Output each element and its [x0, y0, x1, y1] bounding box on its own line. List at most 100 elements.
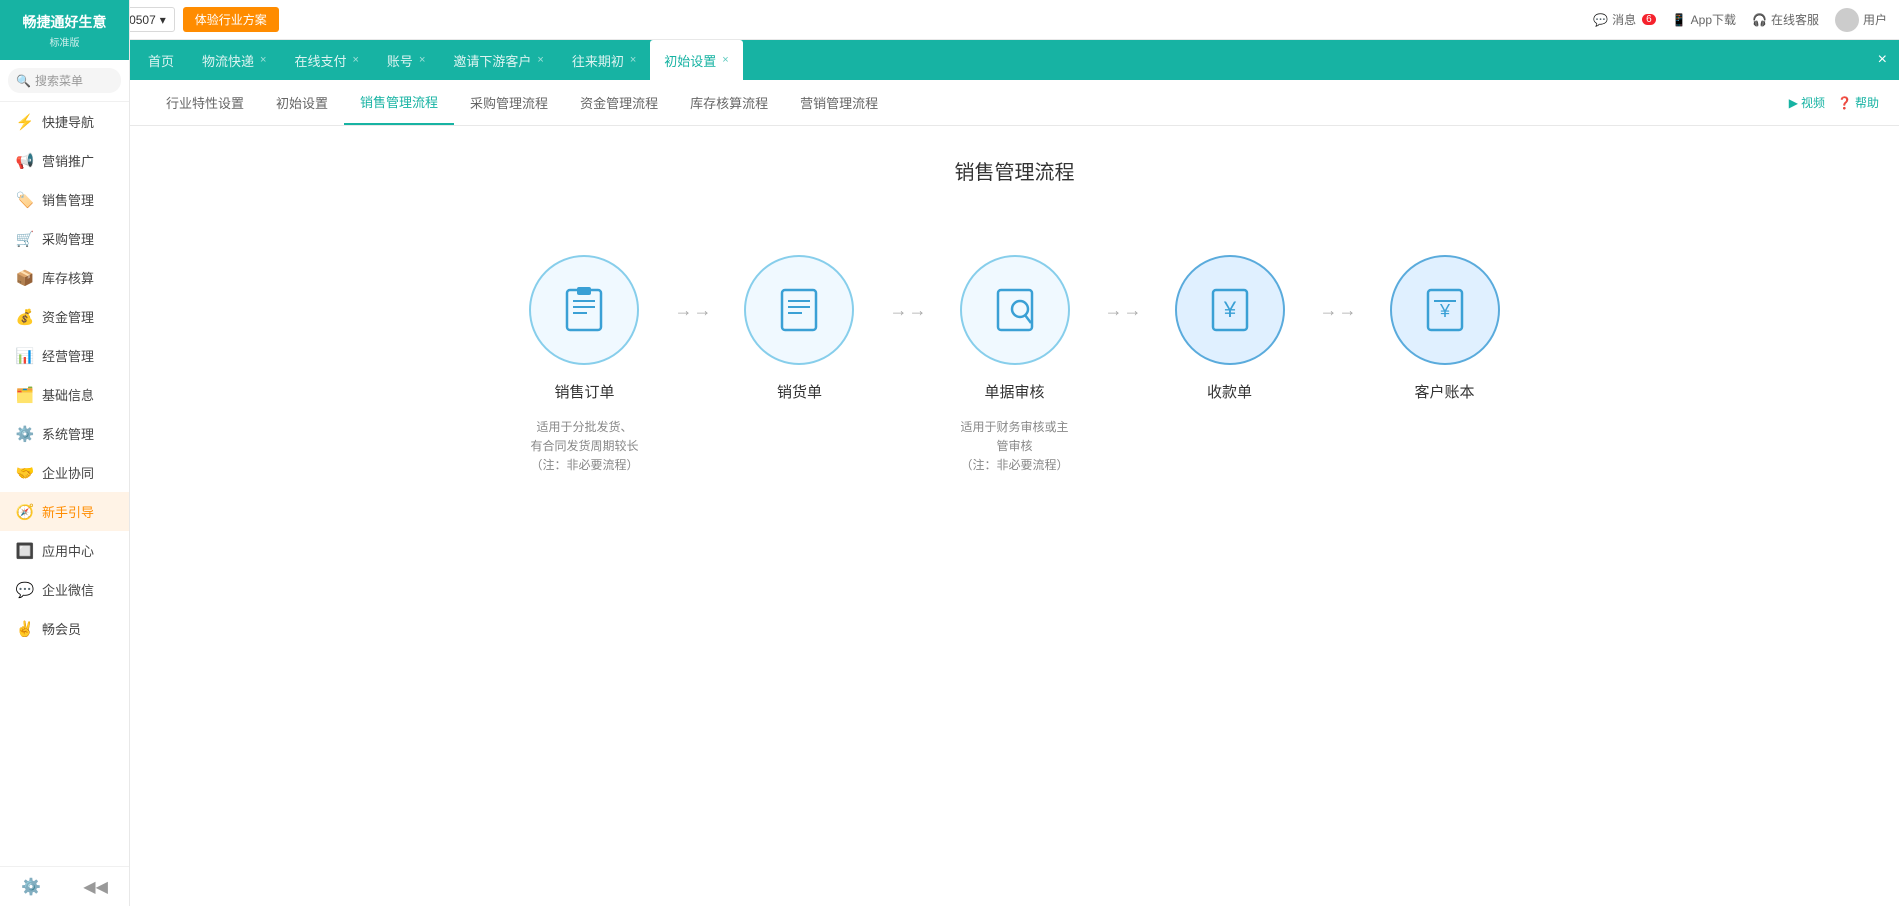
collapse-icon[interactable]: ◀◀: [83, 877, 108, 897]
inventory-icon: 📦: [16, 269, 34, 287]
flow-circle-audit: [960, 255, 1070, 365]
nav-tab-logistics[interactable]: 物流快递×: [188, 40, 280, 80]
flow-item-delivery[interactable]: 销货单: [709, 255, 889, 402]
flow-circle-delivery: [744, 255, 854, 365]
arrow-icon: → →: [1105, 300, 1140, 321]
sub-tab-finance_flow[interactable]: 资金管理流程: [564, 81, 674, 124]
page-body: 销售管理流程 销售订单 适用于分批发货、有合同发货周期较长（注：非必要流程） →…: [130, 126, 1899, 526]
nav-tab-close-icon[interactable]: ×: [419, 54, 425, 66]
nav-tab-label: 首页: [148, 51, 174, 70]
sub-tab-sales_flow[interactable]: 销售管理流程: [344, 80, 454, 125]
sidebar-item-label: 快捷导航: [42, 112, 94, 131]
trial-btn[interactable]: 体验行业方案: [183, 7, 279, 32]
sidebar-logo: 畅捷通好生意 标准版: [0, 0, 129, 60]
nav-tab-close-icon[interactable]: ×: [722, 54, 728, 66]
sidebar-item-label: 资金管理: [42, 307, 94, 326]
flow-label-audit: 单据审核: [984, 381, 1044, 402]
sidebar-item-sales[interactable]: 🏷️ 销售管理: [0, 180, 129, 219]
flow-arrow-4: → →: [1320, 255, 1355, 321]
video-icon: ▶: [1789, 96, 1798, 110]
sidebar-item-purchase[interactable]: 🛒 采购管理: [0, 219, 129, 258]
sidebar-item-label: 采购管理: [42, 229, 94, 248]
main-content: 行业特性设置初始设置销售管理流程采购管理流程资金管理流程库存核算流程营销管理流程…: [130, 80, 1899, 906]
sidebar-item-wechat[interactable]: 💬企业微信: [0, 570, 129, 609]
user-item[interactable]: 用户: [1835, 8, 1887, 32]
flow-label-ledger: 客户账本: [1415, 381, 1475, 402]
sidebar-item-operations[interactable]: 📊 经营管理: [0, 336, 129, 375]
nav-tab-invite[interactable]: 邀请下游客户 ×: [439, 40, 557, 80]
flow-diagram: 销售订单 适用于分批发货、有合同发货周期较长（注：非必要流程） → → 销货单 …: [170, 235, 1859, 496]
search-icon: 🔍: [16, 74, 31, 88]
sidebar-item-label: 企业协同: [42, 463, 94, 482]
sidebar-item-label: 销售管理: [42, 190, 94, 209]
sub-tab-btn-help[interactable]: ❓帮助: [1837, 94, 1879, 111]
sidebar-item-inventory[interactable]: 📦库存核算: [0, 258, 129, 297]
sidebar-item-label: 经营管理: [42, 346, 94, 365]
nav-tab-account[interactable]: 账号×: [373, 40, 439, 80]
flow-circle-sales_order: [529, 255, 639, 365]
sidebar-item-quicknav[interactable]: ⚡ 快捷导航: [0, 102, 129, 141]
nav-tab-label: 邀请下游客户: [453, 51, 531, 70]
sidebar: 畅捷通好生意 标准版 🔍 搜索菜单 ⚡ 快捷导航 📢营销推广 🏷️ 销售管理 🛒 采购管理 📦…: [0, 0, 130, 906]
sidebar-item-appstore[interactable]: 🔲应用中心: [0, 531, 129, 570]
app-icon: 📱: [1672, 13, 1687, 27]
page-title: 销售管理流程: [170, 156, 1859, 185]
message-item[interactable]: 💬 消息 6: [1593, 11, 1656, 28]
vip-icon: ✌️: [16, 620, 34, 638]
settings-icon[interactable]: ⚙️: [21, 877, 41, 897]
base-icon: 🗂️: [16, 386, 34, 404]
nav-tab-close-icon[interactable]: ×: [630, 54, 636, 66]
sub-tab-marketing_flow[interactable]: 营销管理流程: [784, 81, 894, 124]
nav-tab-home[interactable]: 首页: [134, 40, 188, 80]
nav-close-btn[interactable]: ×: [1870, 51, 1895, 69]
sidebar-item-marketing[interactable]: 📢营销推广: [0, 141, 129, 180]
flow-arrow-3: → →: [1105, 255, 1140, 321]
flow-arrow-2: → →: [889, 255, 924, 321]
nav-tab-payment[interactable]: 在线支付×: [280, 40, 372, 80]
message-label: 消息: [1612, 11, 1636, 28]
flow-item-ledger[interactable]: ¥ 客户账本: [1355, 255, 1535, 402]
sidebar-item-label: 畅会员: [42, 619, 81, 638]
sub-tab-inventory_flow[interactable]: 库存核算流程: [674, 81, 784, 124]
service-item[interactable]: 🎧 在线客服: [1752, 11, 1819, 28]
sidebar-item-label: 新手引导: [42, 502, 94, 521]
sub-tab-purchase_flow[interactable]: 采购管理流程: [454, 81, 564, 124]
service-label: 在线客服: [1771, 11, 1819, 28]
sidebar-bottom: ⚙️ ◀◀: [0, 866, 129, 906]
quicknav-icon: ⚡: [16, 113, 34, 131]
flow-item-receipt[interactable]: ¥ 收款单: [1140, 255, 1320, 402]
nav-tabs: 首页物流快递×在线支付×账号×邀请下游客户×往来期初×初始设置××: [130, 40, 1899, 80]
sub-tab-industry[interactable]: 行业特性设置: [150, 81, 260, 124]
sidebar-item-label: 营销推广: [42, 151, 94, 170]
search-box[interactable]: 🔍 搜索菜单: [8, 68, 121, 93]
sidebar-item-guide[interactable]: 🧭新手引导: [0, 492, 129, 531]
sales-icon: 🏷️: [16, 191, 34, 209]
avatar: [1835, 8, 1859, 32]
flow-label-receipt: 收款单: [1207, 381, 1252, 402]
sub-tabs-right: ▶视频 ❓帮助: [1789, 94, 1879, 111]
search-placeholder: 搜索菜单: [35, 72, 83, 89]
purchase-icon: 🛒: [16, 230, 34, 248]
operations-icon: 📊: [16, 347, 34, 365]
flow-item-sales_order[interactable]: 销售订单 适用于分批发货、有合同发货周期较长（注：非必要流程）: [494, 255, 674, 476]
arrow-icon: → →: [674, 300, 709, 321]
flow-desc-sales_order: 适用于分批发货、有合同发货周期较长（注：非必要流程）: [530, 418, 638, 476]
sidebar-item-vip[interactable]: ✌️ 畅会员: [0, 609, 129, 648]
sub-tab-init[interactable]: 初始设置: [260, 81, 344, 124]
nav-tab-close-icon[interactable]: ×: [260, 54, 266, 66]
sidebar-item-finance[interactable]: 💰 资金管理: [0, 297, 129, 336]
flow-item-audit[interactable]: 单据审核 适用于财务审核或主管审核（注：非必要流程）: [925, 255, 1105, 476]
nav-tab-init[interactable]: 初始设置×: [650, 40, 742, 80]
finance-icon: 💰: [16, 308, 34, 326]
sidebar-item-base[interactable]: 🗂️基础信息: [0, 375, 129, 414]
nav-tab-close-icon[interactable]: ×: [352, 54, 358, 66]
sidebar-search-area[interactable]: 🔍 搜索菜单: [0, 60, 129, 102]
app-download-item[interactable]: 📱 App下载: [1672, 11, 1736, 28]
nav-tab-period[interactable]: 往来期初×: [558, 40, 650, 80]
sub-tab-btn-video[interactable]: ▶视频: [1789, 94, 1825, 111]
sidebar-item-system[interactable]: ⚙️系统管理: [0, 414, 129, 453]
nav-tab-close-icon[interactable]: ×: [537, 54, 543, 66]
collab-icon: 🤝: [16, 464, 34, 482]
sidebar-items: ⚡ 快捷导航 📢营销推广 🏷️ 销售管理 🛒 采购管理 📦库存核算 💰 资金管理 📊 经营管理 🗂️基础…: [0, 102, 129, 866]
sidebar-item-collab[interactable]: 🤝 企业协同: [0, 453, 129, 492]
